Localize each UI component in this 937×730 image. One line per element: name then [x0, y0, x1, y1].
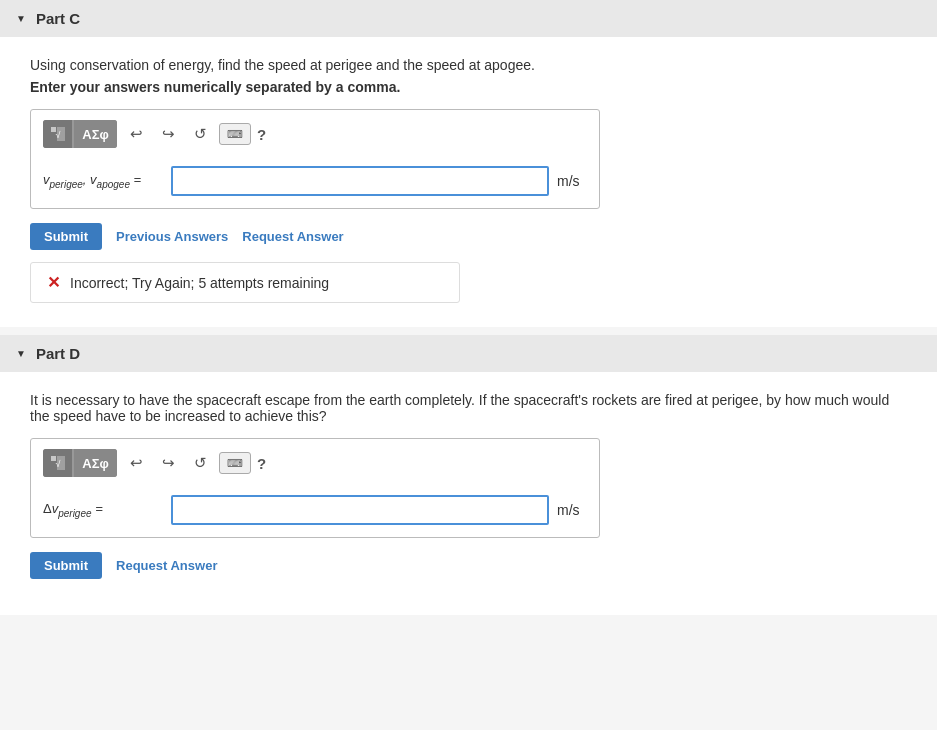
part-c-answer-row: vperigee, vapogee = m/s	[43, 166, 587, 196]
part-c-previous-answers-link[interactable]: Previous Answers	[116, 229, 228, 244]
part-d-answer-label: Δvperigee =	[43, 501, 163, 519]
part-c-toolbar-group: √ ΑΣφ	[43, 120, 117, 148]
part-c-request-answer-link[interactable]: Request Answer	[242, 229, 343, 244]
part-c-header: ▼ Part C	[0, 0, 937, 37]
part-c-question: Using conservation of energy, find the s…	[30, 57, 907, 73]
svg-text:√: √	[55, 459, 60, 469]
part-c-answer-label: vperigee, vapogee =	[43, 172, 163, 190]
part-d-answer-row: Δvperigee = m/s	[43, 495, 587, 525]
part-d-actions: Submit Request Answer	[30, 552, 907, 579]
part-c-answer-input[interactable]	[171, 166, 549, 196]
part-c-chevron[interactable]: ▼	[16, 13, 26, 24]
part-d-submit-button[interactable]: Submit	[30, 552, 102, 579]
part-d-undo-button[interactable]: ↩	[123, 450, 149, 476]
part-c-instruction: Enter your answers numerically separated…	[30, 79, 907, 95]
matrix-icon[interactable]: √	[43, 120, 73, 148]
part-d-toolbar: √ ΑΣφ ↩ ↪ ↺ ⌨ ?	[43, 449, 587, 485]
help-button[interactable]: ?	[257, 126, 266, 143]
part-d-refresh-button[interactable]: ↺	[187, 450, 213, 476]
part-d-alpha-sigma-phi-button[interactable]: ΑΣφ	[73, 449, 117, 477]
keyboard-button[interactable]: ⌨	[219, 123, 251, 145]
svg-text:√: √	[55, 130, 60, 140]
part-d-question: It is necessary to have the spacecraft e…	[30, 392, 907, 424]
part-d-toolbar-group: √ ΑΣφ	[43, 449, 117, 477]
part-d-header: ▼ Part D	[0, 335, 937, 372]
incorrect-icon: ✕	[47, 273, 60, 292]
part-d-chevron[interactable]: ▼	[16, 348, 26, 359]
refresh-button[interactable]: ↺	[187, 121, 213, 147]
part-d-input-box: √ ΑΣφ ↩ ↪ ↺ ⌨ ? Δvperigee = m/s	[30, 438, 600, 538]
alpha-sigma-phi-button[interactable]: ΑΣφ	[73, 120, 117, 148]
part-d-body: It is necessary to have the spacecraft e…	[0, 372, 937, 615]
part-c-actions: Submit Previous Answers Request Answer	[30, 223, 907, 250]
redo-button[interactable]: ↪	[155, 121, 181, 147]
part-d-sub: perigee	[58, 508, 91, 519]
part-c-input-box: √ ΑΣφ ↩ ↪ ↺ ⌨ ? vperigee, vapogee =	[30, 109, 600, 209]
part-d-matrix-icon[interactable]: √	[43, 449, 73, 477]
part-d-keyboard-button[interactable]: ⌨	[219, 452, 251, 474]
part-c-title: Part C	[36, 10, 80, 27]
part-d-redo-button[interactable]: ↪	[155, 450, 181, 476]
part-c-feedback-text: Incorrect; Try Again; 5 attempts remaini…	[70, 275, 329, 291]
part-c-sub1: perigee	[50, 179, 83, 190]
part-c-feedback-box: ✕ Incorrect; Try Again; 5 attempts remai…	[30, 262, 460, 303]
part-c-submit-button[interactable]: Submit	[30, 223, 102, 250]
part-c-section: ▼ Part C Using conservation of energy, f…	[0, 0, 937, 327]
undo-button[interactable]: ↩	[123, 121, 149, 147]
part-d-answer-input[interactable]	[171, 495, 549, 525]
part-d-unit: m/s	[557, 502, 587, 518]
part-c-sub2: apogee	[97, 179, 130, 190]
part-d-help-button[interactable]: ?	[257, 455, 266, 472]
part-d-section: ▼ Part D It is necessary to have the spa…	[0, 335, 937, 615]
part-c-body: Using conservation of energy, find the s…	[0, 37, 937, 327]
part-c-toolbar: √ ΑΣφ ↩ ↪ ↺ ⌨ ?	[43, 120, 587, 156]
part-d-title: Part D	[36, 345, 80, 362]
part-d-request-answer-link[interactable]: Request Answer	[116, 558, 217, 573]
part-c-unit: m/s	[557, 173, 587, 189]
